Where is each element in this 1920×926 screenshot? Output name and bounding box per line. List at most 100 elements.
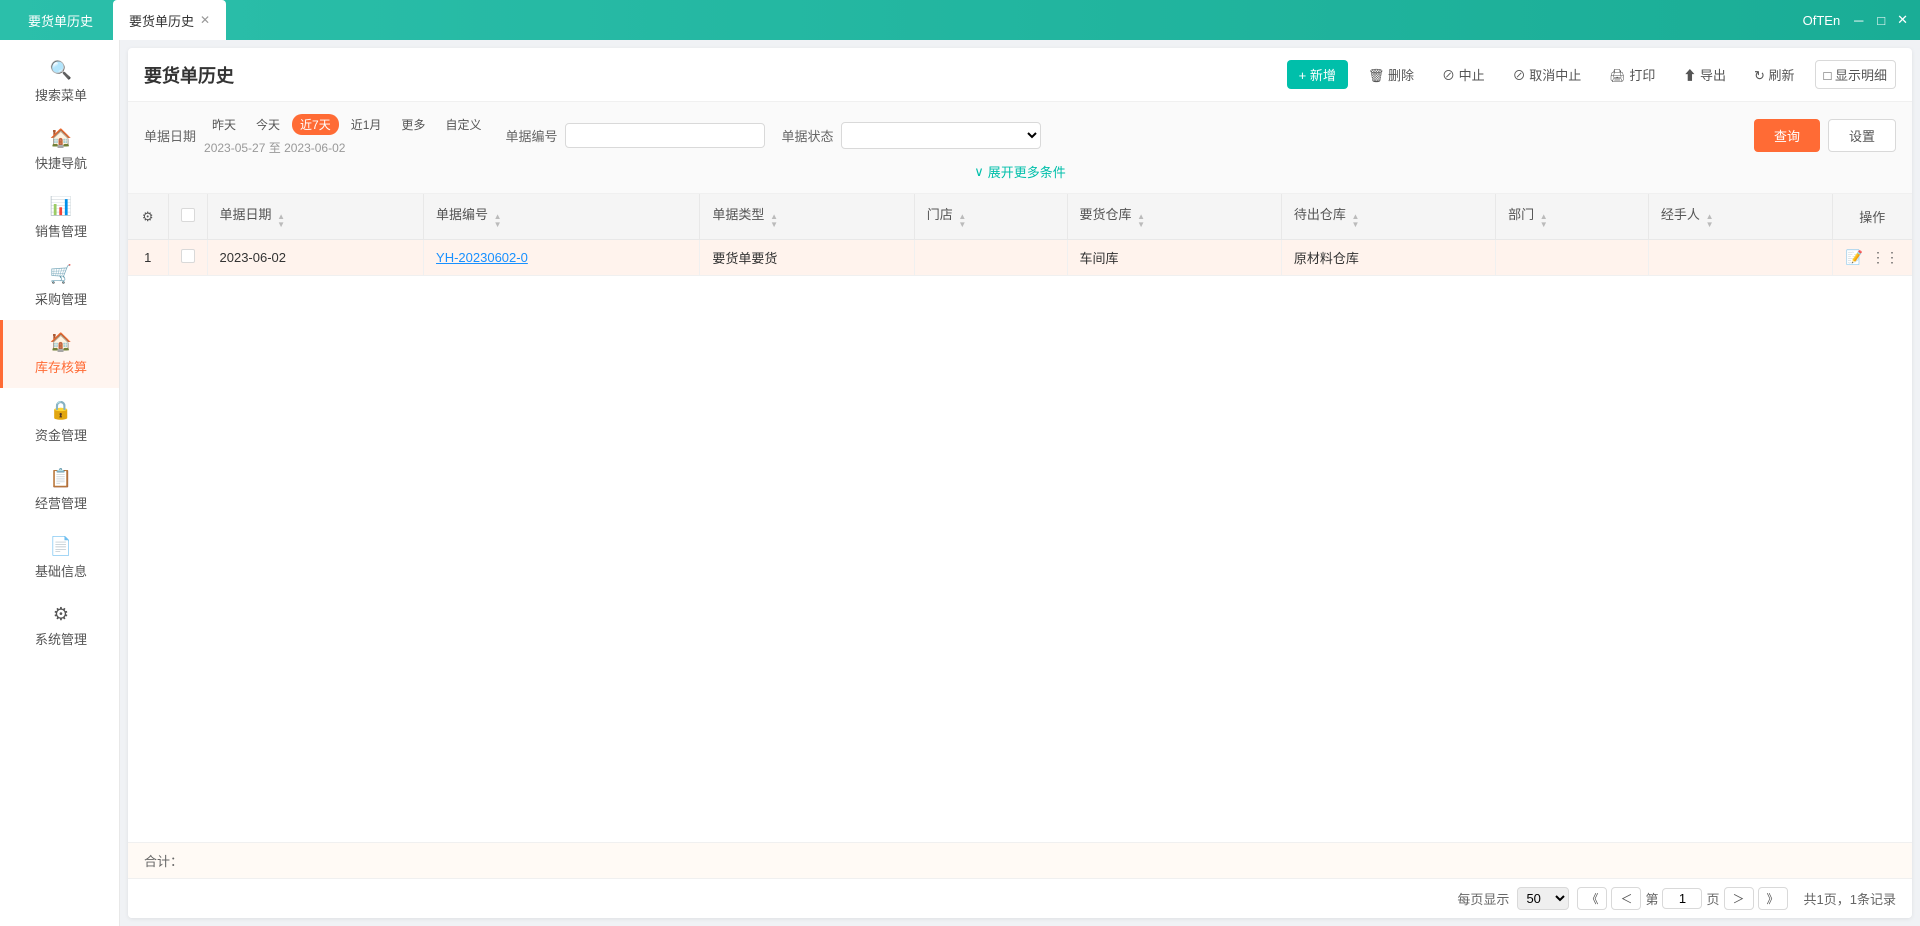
tab-close-icon[interactable]: ✕ xyxy=(200,13,210,27)
th-department[interactable]: 部门 ▲▼ xyxy=(1496,194,1649,240)
sort-doc-date-icon: ▲▼ xyxy=(277,213,285,229)
row-checkbox-cell xyxy=(168,240,207,276)
tab-order-history[interactable]: 要货单历史 ✕ xyxy=(113,0,226,40)
cancel-stop-button[interactable]: ⊘ 取消中止 xyxy=(1505,61,1590,88)
row-pending-warehouse: 原材料仓库 xyxy=(1281,240,1495,276)
expand-more-btn[interactable]: ∨ 展开更多条件 xyxy=(144,162,1896,181)
tab-home[interactable]: 要货单历史 xyxy=(12,0,109,40)
sort-pending-wh-icon: ▲▼ xyxy=(1351,213,1359,229)
new-button[interactable]: + 新增 xyxy=(1287,60,1348,89)
close-btn[interactable]: ✕ xyxy=(1897,12,1908,28)
date-filter-group: 单据日期 昨天 今天 近7天 近1月 更多 自定义 2023-05-27 至 2… xyxy=(144,114,489,156)
refresh-button[interactable]: ↻ 刷新 xyxy=(1746,61,1803,88)
date-range-label: 2023-05-27 至 2023-06-02 xyxy=(204,139,489,156)
total-records-info: 共1页，1条记录 xyxy=(1804,889,1896,908)
th-pending-warehouse[interactable]: 待出仓库 ▲▼ xyxy=(1281,194,1495,240)
more-icon[interactable]: ⋮⋮ xyxy=(1871,249,1899,266)
export-button[interactable]: ⬆ 导出 xyxy=(1675,61,1734,88)
sort-dept-icon: ▲▼ xyxy=(1540,213,1548,229)
date-filter-buttons: 昨天 今天 近7天 近1月 更多 自定义 xyxy=(204,114,489,135)
sales-mgmt-icon: 📊 xyxy=(50,196,72,217)
delete-button[interactable]: 🗑 删除 xyxy=(1360,61,1422,88)
sidebar-item-search-menu-label: 搜索菜单 xyxy=(35,85,87,104)
finance-mgmt-icon: 🔒 xyxy=(50,400,72,421)
doc-no-input[interactable] xyxy=(565,123,765,148)
date-filter-label: 单据日期 xyxy=(144,126,196,145)
doc-no-label: 单据编号 xyxy=(505,126,557,145)
th-checkbox xyxy=(168,194,207,240)
date-btn-1month[interactable]: 近1月 xyxy=(343,114,390,135)
sidebar-item-inventory-calc[interactable]: 🏠 库存核算 xyxy=(0,320,119,388)
sidebar-item-purchase-mgmt[interactable]: 🛒 采购管理 xyxy=(0,252,119,320)
page-number-input[interactable] xyxy=(1662,888,1702,909)
date-btn-yesterday[interactable]: 昨天 xyxy=(204,114,244,135)
th-req-warehouse[interactable]: 要货仓库 ▲▼ xyxy=(1067,194,1281,240)
inventory-calc-icon: 🏠 xyxy=(50,332,72,353)
sidebar-item-basic-info[interactable]: 📄 基础信息 xyxy=(0,524,119,592)
maximize-btn[interactable]: □ xyxy=(1877,13,1885,28)
sidebar-item-sales-mgmt[interactable]: 📊 销售管理 xyxy=(0,184,119,252)
ops-mgmt-icon: 📋 xyxy=(50,468,72,489)
sort-doc-no-icon: ▲▼ xyxy=(494,213,502,229)
th-store[interactable]: 门店 ▲▼ xyxy=(914,194,1067,240)
date-btn-more[interactable]: 更多 xyxy=(393,114,433,135)
data-table: ⚙ 单据日期 ▲▼ 单据编号 ▲▼ xyxy=(128,194,1912,276)
top-bar: 要货单历史 要货单历史 ✕ OfTEn － □ ✕ xyxy=(0,0,1920,40)
main-layout: 🔍 搜索菜单 🏠 快捷导航 📊 销售管理 🛒 采购管理 🏠 库存核算 🔒 资金管… xyxy=(0,40,1920,926)
toolbar: + 新增 🗑 删除 ⊘ 中止 ⊘ 取消中止 🖨 打印 ⬆ 导出 ↻ 刷新 □ 显… xyxy=(1287,60,1896,89)
sidebar-item-quick-nav[interactable]: 🏠 快捷导航 xyxy=(0,116,119,184)
th-handler[interactable]: 经手人 ▲▼ xyxy=(1648,194,1832,240)
th-ops: 操作 xyxy=(1832,194,1912,240)
display-detail-button[interactable]: □ 显示明细 xyxy=(1815,60,1896,89)
per-page-select[interactable]: 50 10 20 100 xyxy=(1517,887,1569,910)
sidebar-item-ops-mgmt[interactable]: 📋 经营管理 xyxy=(0,456,119,524)
stop-button[interactable]: ⊘ 中止 xyxy=(1434,61,1493,88)
sidebar-item-system-mgmt-label: 系统管理 xyxy=(35,629,87,648)
row-doc-date: 2023-06-02 xyxy=(207,240,424,276)
date-btn-7days[interactable]: 近7天 xyxy=(292,114,339,135)
date-btn-custom[interactable]: 自定义 xyxy=(437,114,489,135)
table-header-row: ⚙ 单据日期 ▲▼ 单据编号 ▲▼ xyxy=(128,194,1912,240)
sidebar-item-system-mgmt[interactable]: ⚙ 系统管理 xyxy=(0,592,119,660)
system-mgmt-icon: ⚙ xyxy=(53,604,69,625)
row-checkbox[interactable] xyxy=(181,249,195,263)
sidebar-item-quick-nav-label: 快捷导航 xyxy=(35,153,87,172)
sidebar-item-finance-mgmt-label: 资金管理 xyxy=(35,425,87,444)
th-doc-type[interactable]: 单据类型 ▲▼ xyxy=(700,194,914,240)
th-doc-no[interactable]: 单据编号 ▲▼ xyxy=(424,194,700,240)
sort-handler-icon: ▲▼ xyxy=(1706,213,1714,229)
setting-button[interactable]: 设置 xyxy=(1828,119,1896,152)
prev-page-btn[interactable]: ＜ xyxy=(1611,887,1641,910)
print-button[interactable]: 🖨 打印 xyxy=(1601,61,1663,88)
last-page-btn[interactable]: 》 xyxy=(1758,887,1788,910)
per-page-label: 每页显示 xyxy=(1457,889,1509,908)
content-area: 要货单历史 + 新增 🗑 删除 ⊘ 中止 ⊘ 取消中止 🖨 打印 ⬆ 导出 ↻ … xyxy=(128,48,1912,918)
edit-icon[interactable]: 📝 xyxy=(1846,249,1863,266)
th-doc-date[interactable]: 单据日期 ▲▼ xyxy=(207,194,424,240)
status-filter-select[interactable] xyxy=(841,122,1041,149)
header-checkbox[interactable] xyxy=(181,208,195,222)
row-department xyxy=(1496,240,1649,276)
status-filter-group: 单据状态 xyxy=(781,122,1041,149)
date-btn-today[interactable]: 今天 xyxy=(248,114,288,135)
doc-no-link[interactable]: YH-20230602-0 xyxy=(436,250,528,265)
filter-row: 单据日期 昨天 今天 近7天 近1月 更多 自定义 2023-05-27 至 2… xyxy=(144,114,1896,156)
row-index: 1 xyxy=(128,240,168,276)
first-page-btn[interactable]: 《 xyxy=(1577,887,1607,910)
gear-icon[interactable]: ⚙ xyxy=(142,209,154,224)
next-page-btn[interactable]: ＞ xyxy=(1724,887,1754,910)
page-header: 要货单历史 + 新增 🗑 删除 ⊘ 中止 ⊘ 取消中止 🖨 打印 ⬆ 导出 ↻ … xyxy=(128,48,1912,102)
sort-doc-type-icon: ▲▼ xyxy=(770,213,778,229)
quick-nav-icon: 🏠 xyxy=(50,128,72,149)
query-button[interactable]: 查询 xyxy=(1754,119,1820,152)
purchase-mgmt-icon: 🛒 xyxy=(50,264,72,285)
sidebar-item-search-menu[interactable]: 🔍 搜索菜单 xyxy=(0,48,119,116)
minimize-btn[interactable]: － xyxy=(1852,11,1865,30)
sidebar-item-sales-mgmt-label: 销售管理 xyxy=(35,221,87,240)
table-row: 1 2023-06-02 YH-20230602-0 要货单要货 车间库 原材料… xyxy=(128,240,1912,276)
table-footer: 合计： xyxy=(128,842,1912,878)
sidebar-item-finance-mgmt[interactable]: 🔒 资金管理 xyxy=(0,388,119,456)
page-label: 第 xyxy=(1645,889,1658,908)
row-ops: 📝 ⋮⋮ xyxy=(1832,240,1912,276)
row-store xyxy=(914,240,1067,276)
